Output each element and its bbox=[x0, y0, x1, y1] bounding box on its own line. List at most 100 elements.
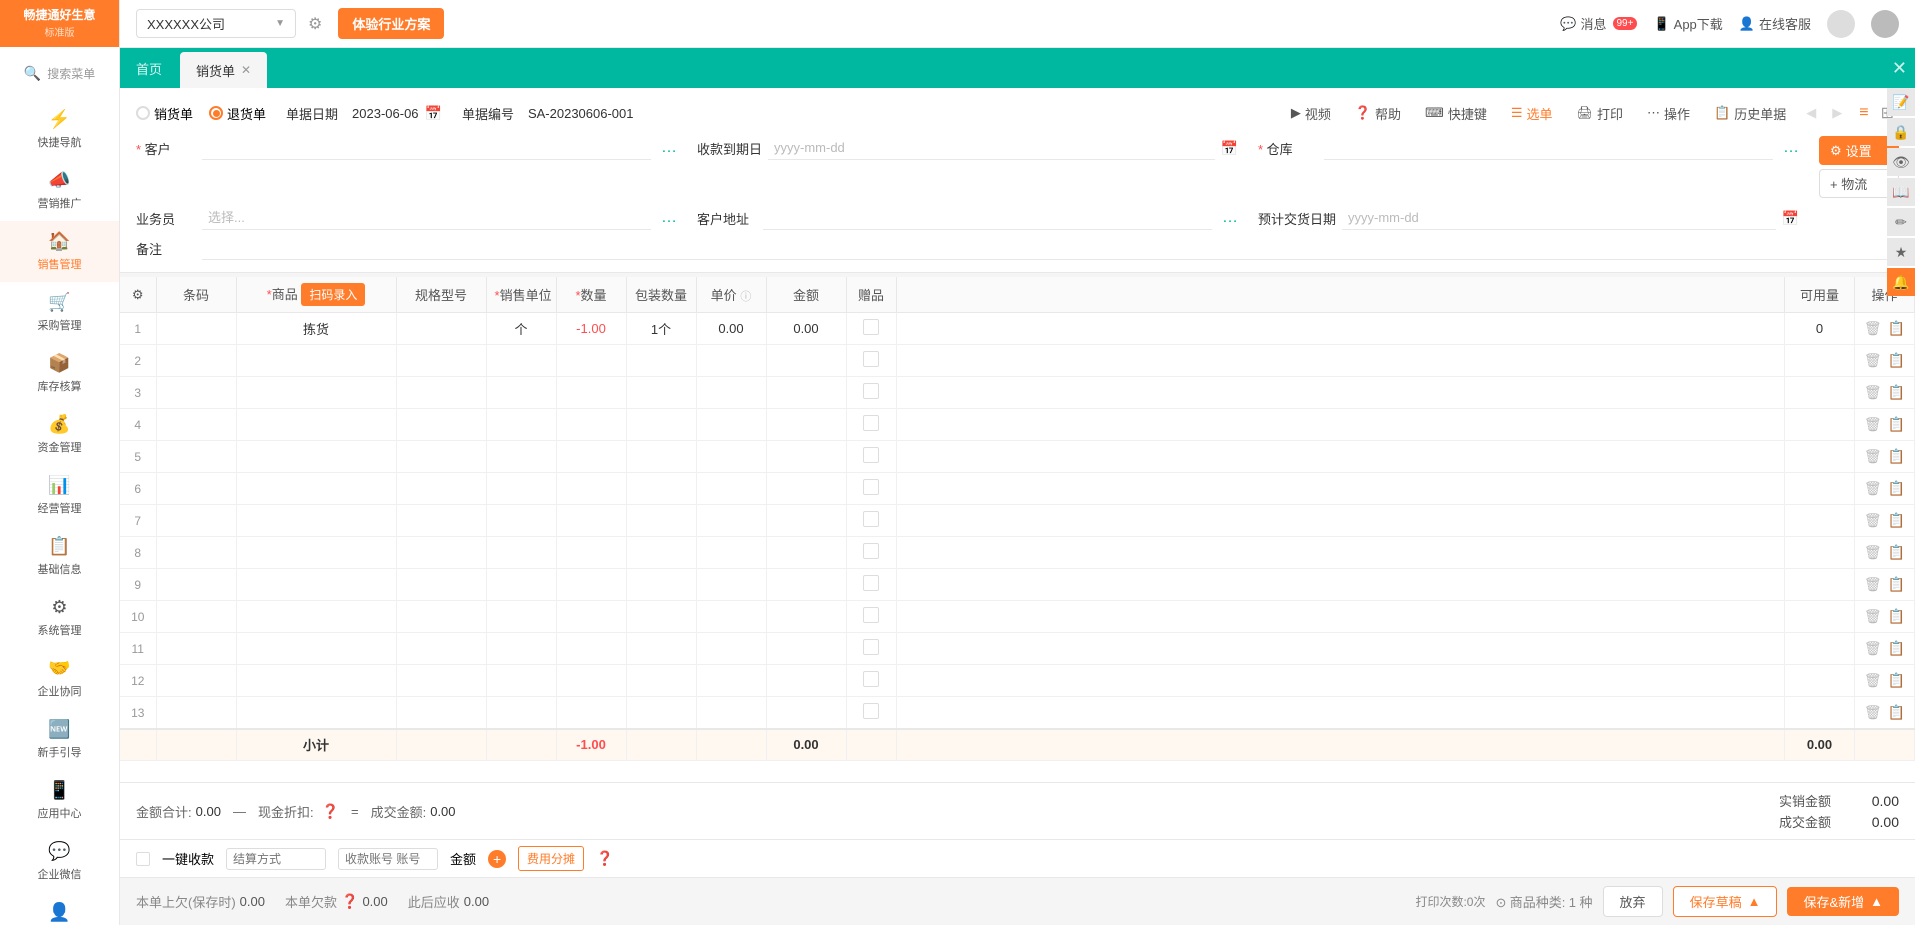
salesperson-dots-btn[interactable]: … bbox=[661, 209, 677, 227]
save-draft-btn[interactable]: 保存草稿 ▲ bbox=[1673, 886, 1778, 917]
cell-pack-qty[interactable] bbox=[626, 665, 696, 697]
right-panel-edit[interactable]: ✏ bbox=[1887, 208, 1915, 236]
cell-gift[interactable] bbox=[846, 441, 896, 473]
tab-home[interactable]: 首页 bbox=[120, 48, 180, 88]
cell-pack-qty[interactable] bbox=[626, 345, 696, 377]
cell-product[interactable] bbox=[236, 505, 396, 537]
cell-spec[interactable] bbox=[396, 697, 486, 729]
sidebar-item-operations[interactable]: 📊经营管理 bbox=[0, 465, 119, 526]
cell-unit[interactable] bbox=[486, 633, 556, 665]
cell-price[interactable]: 0.00 bbox=[696, 313, 766, 345]
cell-price[interactable] bbox=[696, 633, 766, 665]
cell-product[interactable] bbox=[236, 665, 396, 697]
cell-settings[interactable]: 3 bbox=[120, 377, 156, 409]
cell-spec[interactable] bbox=[396, 505, 486, 537]
row-delete-btn[interactable]: 🗑 bbox=[1864, 704, 1882, 721]
right-panel-alert[interactable]: 🔔 bbox=[1887, 268, 1915, 296]
delivery-date-input[interactable] bbox=[1342, 206, 1776, 230]
cell-spec[interactable] bbox=[396, 441, 486, 473]
cell-product[interactable] bbox=[236, 633, 396, 665]
cell-spec[interactable] bbox=[396, 665, 486, 697]
cell-gift[interactable] bbox=[846, 569, 896, 601]
cell-gift[interactable] bbox=[846, 537, 896, 569]
cell-settings[interactable]: 6 bbox=[120, 473, 156, 505]
row-copy-btn[interactable]: 📋 bbox=[1888, 672, 1905, 689]
cell-price[interactable] bbox=[696, 441, 766, 473]
list-view-btn[interactable]: ≡ bbox=[1854, 101, 1873, 125]
cell-settings[interactable]: 10 bbox=[120, 601, 156, 633]
help-btn[interactable]: ❓ 帮助 bbox=[1347, 101, 1409, 126]
right-panel-note[interactable]: 📝 bbox=[1887, 88, 1915, 116]
expense-help-icon[interactable]: ❓ bbox=[596, 850, 613, 867]
cell-qty[interactable] bbox=[556, 633, 626, 665]
choose-btn[interactable]: ☰ 选单 bbox=[1503, 101, 1561, 126]
row-copy-btn[interactable]: 📋 bbox=[1888, 576, 1905, 593]
cell-unit[interactable] bbox=[486, 409, 556, 441]
cell-price[interactable] bbox=[696, 377, 766, 409]
cell-unit[interactable] bbox=[486, 345, 556, 377]
calendar-icon[interactable]: 📅 bbox=[425, 105, 442, 122]
cell-product[interactable] bbox=[236, 601, 396, 633]
cell-product[interactable] bbox=[236, 377, 396, 409]
right-panel-book[interactable]: 📖 bbox=[1887, 178, 1915, 206]
cell-amount[interactable] bbox=[766, 633, 846, 665]
cell-settings[interactable]: 7 bbox=[120, 505, 156, 537]
cell-pack-qty[interactable]: 1个 bbox=[626, 313, 696, 345]
cell-product[interactable]: 拣货 bbox=[236, 313, 396, 345]
row-delete-btn[interactable]: 🗑 bbox=[1864, 512, 1882, 529]
cell-gift[interactable] bbox=[846, 601, 896, 633]
cell-qty[interactable]: -1.00 bbox=[556, 313, 626, 345]
user-avatar-2[interactable] bbox=[1871, 10, 1899, 38]
sidebar-item-sales[interactable]: 🏠销售管理 bbox=[0, 221, 119, 282]
sidebar-item-system[interactable]: ⚙系统管理 bbox=[0, 587, 119, 648]
actions-btn[interactable]: ⋯ 操作 bbox=[1639, 101, 1698, 126]
right-panel-star[interactable]: ★ bbox=[1887, 238, 1915, 266]
scan-btn[interactable]: 扫码录入 bbox=[301, 283, 365, 306]
cell-pack-qty[interactable] bbox=[626, 505, 696, 537]
customer-dots-btn[interactable]: … bbox=[661, 139, 677, 157]
cell-price[interactable] bbox=[696, 409, 766, 441]
cell-settings[interactable]: 5 bbox=[120, 441, 156, 473]
history-btn[interactable]: 📋 历史单据 bbox=[1706, 101, 1794, 126]
message-btn[interactable]: 💬 消息 99+ bbox=[1560, 14, 1637, 33]
cell-pack-qty[interactable] bbox=[626, 633, 696, 665]
cell-price[interactable] bbox=[696, 665, 766, 697]
cell-unit[interactable] bbox=[486, 505, 556, 537]
sidebar-item-member[interactable]: 👤畅会员 bbox=[0, 892, 119, 925]
cell-pack-qty[interactable] bbox=[626, 537, 696, 569]
sidebar-item-wechat[interactable]: 💬企业微信 bbox=[0, 831, 119, 892]
payment-checkbox[interactable] bbox=[136, 852, 150, 866]
trial-button[interactable]: 体验行业方案 bbox=[338, 8, 444, 39]
cell-product[interactable] bbox=[236, 569, 396, 601]
cell-qty[interactable] bbox=[556, 697, 626, 729]
sidebar-item-enterprise[interactable]: 🤝企业协同 bbox=[0, 648, 119, 709]
cell-product[interactable] bbox=[236, 473, 396, 505]
cell-qty[interactable] bbox=[556, 377, 626, 409]
cell-spec[interactable] bbox=[396, 409, 486, 441]
row-copy-btn[interactable]: 📋 bbox=[1888, 608, 1905, 625]
cell-settings[interactable]: 12 bbox=[120, 665, 156, 697]
cell-unit[interactable] bbox=[486, 441, 556, 473]
cell-qty[interactable] bbox=[556, 537, 626, 569]
cell-gift[interactable] bbox=[846, 313, 896, 345]
cell-spec[interactable] bbox=[396, 377, 486, 409]
col-settings[interactable]: ⚙ bbox=[120, 277, 156, 313]
cell-price[interactable] bbox=[696, 697, 766, 729]
cell-pack-qty[interactable] bbox=[626, 473, 696, 505]
row-copy-btn[interactable]: 📋 bbox=[1888, 384, 1905, 401]
row-copy-btn[interactable]: 📋 bbox=[1888, 352, 1905, 369]
delivery-date-calendar-icon[interactable]: 📅 bbox=[1782, 210, 1799, 227]
sidebar-item-finance[interactable]: 💰资金管理 bbox=[0, 404, 119, 465]
cell-spec[interactable] bbox=[396, 601, 486, 633]
cell-pack-qty[interactable] bbox=[626, 601, 696, 633]
cell-qty[interactable] bbox=[556, 665, 626, 697]
cell-amount[interactable]: 0.00 bbox=[766, 313, 846, 345]
tab-close-all[interactable]: ✕ bbox=[1892, 58, 1907, 79]
right-panel-shield[interactable]: 🔒 bbox=[1887, 118, 1915, 146]
tab-sales-order[interactable]: 销货单 ✕ bbox=[180, 52, 267, 88]
cell-qty[interactable] bbox=[556, 569, 626, 601]
payment-method-input[interactable] bbox=[226, 848, 326, 870]
cell-amount[interactable] bbox=[766, 473, 846, 505]
cell-amount[interactable] bbox=[766, 697, 846, 729]
cell-gift[interactable] bbox=[846, 697, 896, 729]
